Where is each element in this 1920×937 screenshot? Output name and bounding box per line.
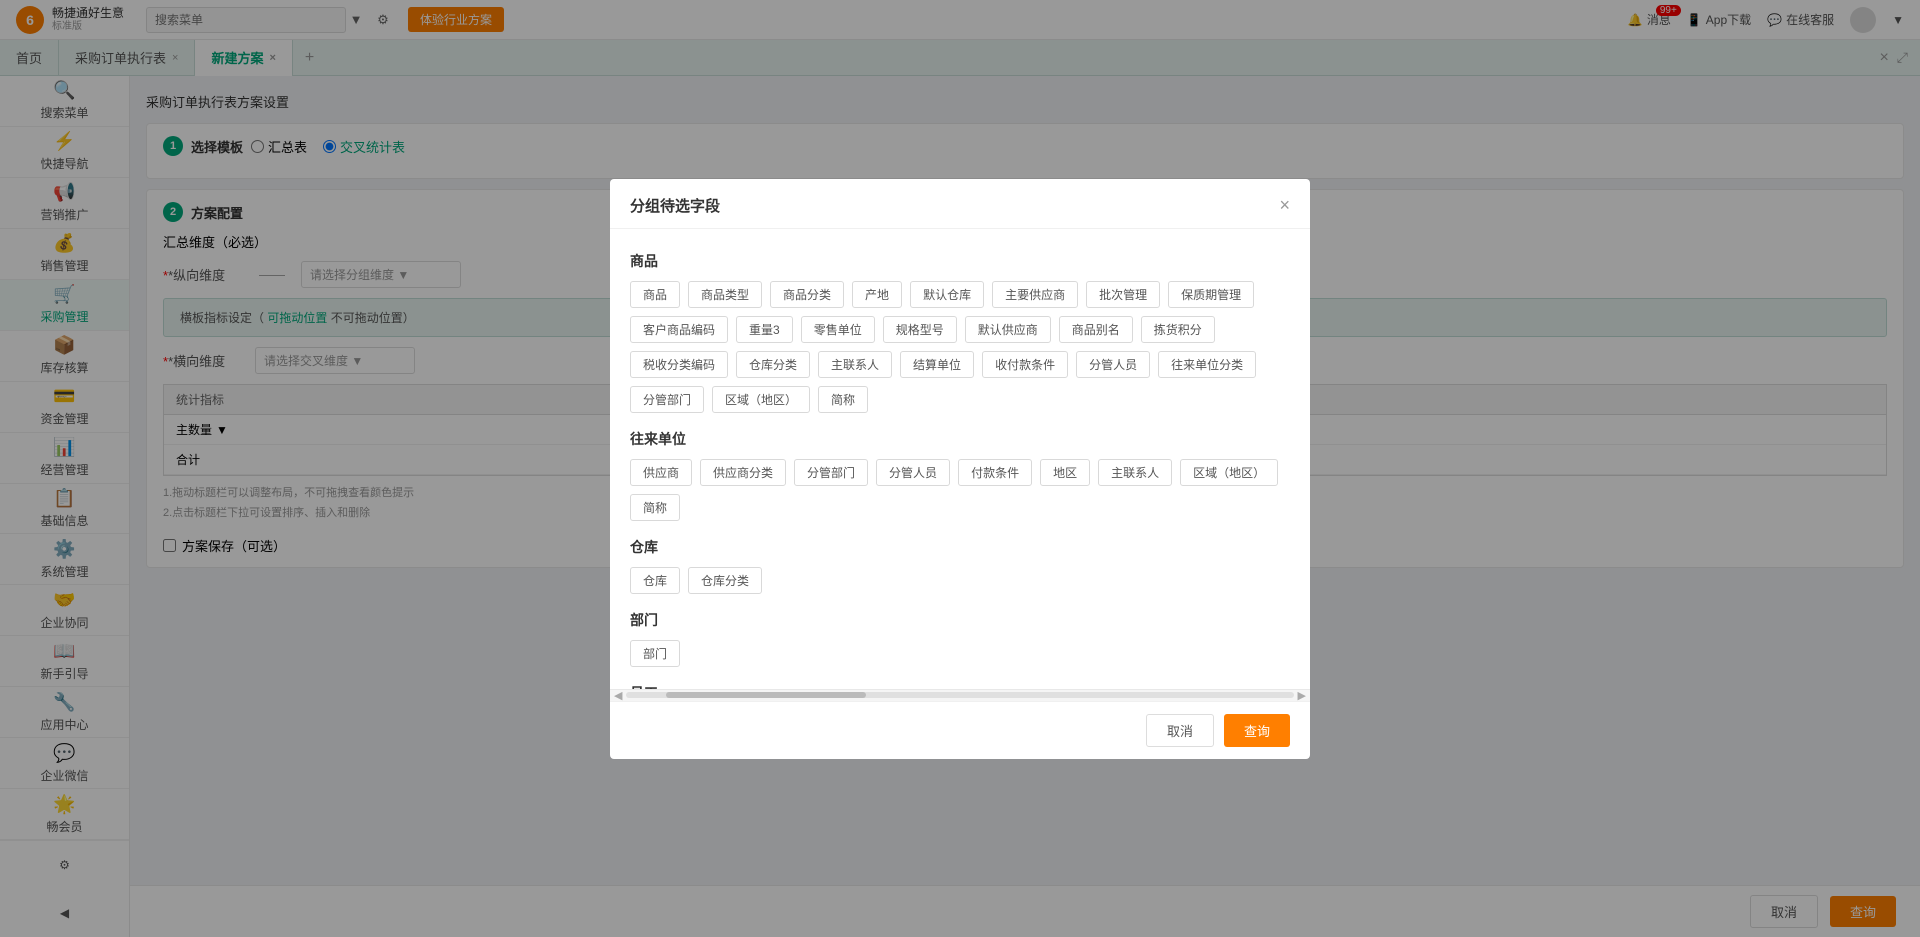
- field-tag[interactable]: 分管部门: [630, 386, 704, 413]
- field-tag[interactable]: 主联系人: [818, 351, 892, 378]
- field-tag[interactable]: 付款条件: [958, 459, 1032, 486]
- field-tag[interactable]: 供应商: [630, 459, 692, 486]
- section-title-warehouse: 仓库: [630, 537, 1290, 557]
- field-tag[interactable]: 简称: [630, 494, 680, 521]
- field-tags-goods: 商品 商品类型 商品分类 产地 默认仓库 主要供应商 批次管理 保质期管理 客户…: [630, 281, 1290, 413]
- field-tag[interactable]: 仓库分类: [688, 567, 762, 594]
- field-tag[interactable]: 往来单位分类: [1158, 351, 1256, 378]
- section-title-goods: 商品: [630, 251, 1290, 271]
- field-tag[interactable]: 区域（地区）: [1180, 459, 1278, 486]
- field-tag[interactable]: 商品别名: [1059, 316, 1133, 343]
- field-tag[interactable]: 客户商品编码: [630, 316, 728, 343]
- field-tag[interactable]: 主要供应商: [992, 281, 1078, 308]
- field-tag[interactable]: 商品分类: [770, 281, 844, 308]
- field-tag[interactable]: 保质期管理: [1168, 281, 1254, 308]
- modal-horizontal-scrollbar[interactable]: ◀ ▶: [610, 689, 1310, 701]
- hscroll-thumb[interactable]: [666, 692, 866, 698]
- field-tag[interactable]: 供应商分类: [700, 459, 786, 486]
- modal-header: 分组待选字段 ×: [610, 179, 1310, 229]
- field-tag[interactable]: 商品类型: [688, 281, 762, 308]
- field-tag[interactable]: 区域（地区）: [712, 386, 810, 413]
- field-tag[interactable]: 分管人员: [1076, 351, 1150, 378]
- modal-body: 商品 商品 商品类型 商品分类 产地 默认仓库 主要供应商 批次管理 保质期管理…: [610, 229, 1310, 689]
- field-tag[interactable]: 仓库分类: [736, 351, 810, 378]
- field-tag[interactable]: 分管人员: [876, 459, 950, 486]
- field-tag[interactable]: 地区: [1040, 459, 1090, 486]
- modal-overlay: 分组待选字段 × 商品 商品 商品类型 商品分类 产地 默认仓库 主要供应商 批…: [0, 0, 1920, 937]
- field-tag[interactable]: 零售单位: [801, 316, 875, 343]
- field-tags-partner: 供应商 供应商分类 分管部门 分管人员 付款条件 地区 主联系人 区域（地区） …: [630, 459, 1290, 521]
- field-select-modal: 分组待选字段 × 商品 商品 商品类型 商品分类 产地 默认仓库 主要供应商 批…: [610, 179, 1310, 759]
- field-tag[interactable]: 重量3: [736, 316, 793, 343]
- modal-title: 分组待选字段: [630, 195, 720, 216]
- field-tag[interactable]: 收付款条件: [982, 351, 1068, 378]
- hscroll-track: [626, 692, 1293, 698]
- field-tag[interactable]: 批次管理: [1086, 281, 1160, 308]
- modal-close-button[interactable]: ×: [1279, 196, 1290, 214]
- field-tag[interactable]: 拣货积分: [1141, 316, 1215, 343]
- field-tag[interactable]: 简称: [818, 386, 868, 413]
- modal-footer: 取消 查询: [610, 701, 1310, 759]
- field-tag[interactable]: 部门: [630, 640, 680, 667]
- field-tag[interactable]: 仓库: [630, 567, 680, 594]
- field-tag[interactable]: 规格型号: [883, 316, 957, 343]
- field-tag[interactable]: 税收分类编码: [630, 351, 728, 378]
- field-tag[interactable]: 分管部门: [794, 459, 868, 486]
- modal-confirm-button[interactable]: 查询: [1224, 714, 1290, 747]
- field-tag[interactable]: 默认仓库: [910, 281, 984, 308]
- field-tag[interactable]: 结算单位: [900, 351, 974, 378]
- modal-cancel-button[interactable]: 取消: [1146, 714, 1214, 747]
- section-title-dept: 部门: [630, 610, 1290, 630]
- field-tags-dept: 部门: [630, 640, 1290, 667]
- section-title-partner: 往来单位: [630, 429, 1290, 449]
- field-tag[interactable]: 默认供应商: [965, 316, 1051, 343]
- field-tag[interactable]: 主联系人: [1098, 459, 1172, 486]
- field-tag[interactable]: 产地: [852, 281, 902, 308]
- field-tags-warehouse: 仓库 仓库分类: [630, 567, 1290, 594]
- field-tag[interactable]: 商品: [630, 281, 680, 308]
